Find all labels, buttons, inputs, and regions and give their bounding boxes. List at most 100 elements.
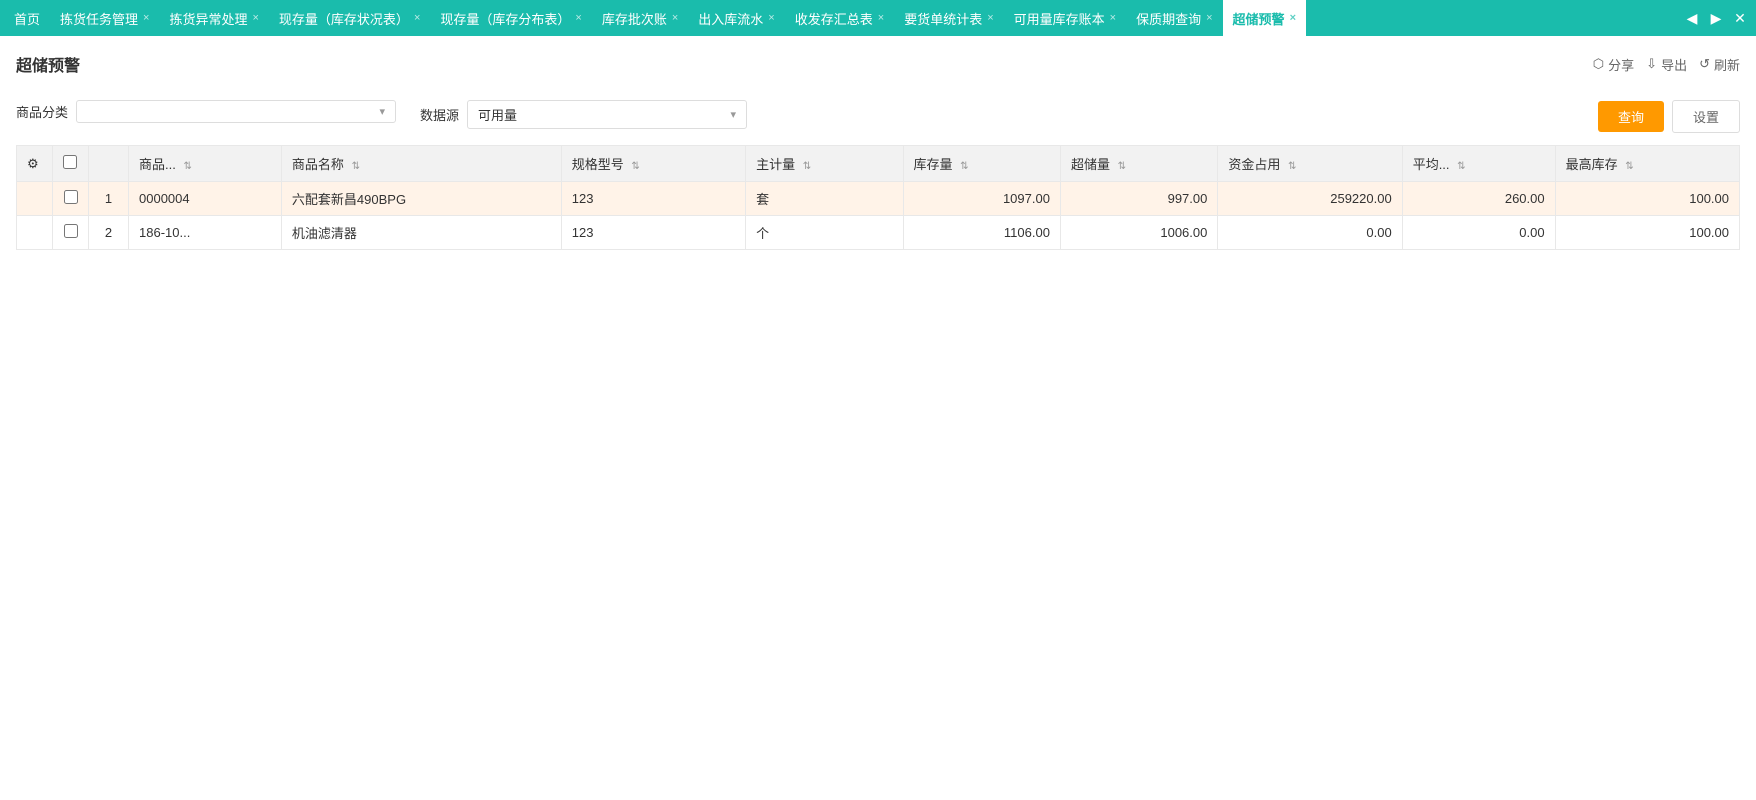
nav-prev-arrow[interactable]: ◀	[1680, 0, 1704, 36]
nav-close-expiry-check[interactable]: ×	[1206, 12, 1212, 24]
row1-product-name: 六配套新昌490BPG	[281, 182, 561, 216]
col-header-max-stock[interactable]: 最高库存 ⇅	[1555, 146, 1739, 182]
datasource-select[interactable]: 可用量 ▾	[467, 100, 747, 129]
col-header-avg[interactable]: 平均... ⇅	[1402, 146, 1555, 182]
col-header-product-name[interactable]: 商品名称 ⇅	[281, 146, 561, 182]
nav-item-inout-flow-label: 出入库流水	[698, 9, 763, 28]
category-chevron-icon: ▾	[379, 105, 385, 118]
category-select[interactable]: ▾	[76, 100, 396, 123]
sort-spec-icon: ⇅	[631, 161, 639, 172]
sort-max-stock-icon: ⇅	[1625, 161, 1633, 172]
nav-close-task-mgmt[interactable]: ×	[143, 12, 149, 24]
row2-unit: 个	[746, 216, 903, 250]
row2-avg: 0.00	[1402, 216, 1555, 250]
settings-button[interactable]: 设置	[1672, 100, 1740, 133]
nav-item-collect-summary[interactable]: 收发存汇总表 ×	[785, 0, 894, 36]
nav-item-batch-account-label: 库存批次账	[602, 9, 667, 28]
col-capital-label: 资金占用	[1228, 157, 1280, 172]
row2-capital: 0.00	[1218, 216, 1402, 250]
nav-next-arrow[interactable]: ▶	[1704, 0, 1728, 36]
category-filter-label: 商品分类	[16, 102, 68, 121]
nav-item-inventory-dist[interactable]: 现存量（库存分布表） ×	[430, 0, 591, 36]
sort-unit-icon: ⇅	[803, 161, 811, 172]
nav-item-available-account[interactable]: 可用量库存账本 ×	[1004, 0, 1126, 36]
nav-item-home[interactable]: 首页	[4, 0, 50, 36]
page-title: 超储预警	[16, 52, 80, 76]
query-button[interactable]: 查询	[1598, 101, 1664, 132]
export-icon: ⇩	[1646, 56, 1657, 72]
nav-close-available-account[interactable]: ×	[1110, 12, 1116, 24]
col-header-capital[interactable]: 资金占用 ⇅	[1218, 146, 1402, 182]
row1-overstock: 997.00	[1060, 182, 1217, 216]
nav-close-order-stats[interactable]: ×	[987, 12, 993, 24]
nav-close-batch-account[interactable]: ×	[672, 12, 678, 24]
nav-close-all-arrow[interactable]: ✕	[1728, 0, 1752, 36]
sort-product-name-icon: ⇅	[352, 161, 360, 172]
row1-checkbox[interactable]	[64, 190, 78, 204]
export-label: 导出	[1661, 55, 1687, 74]
table-row: 2 186-10... 机油滤清器 123 个 1106.00 1006.00 …	[17, 216, 1740, 250]
col-header-product-code[interactable]: 商品... ⇅	[129, 146, 282, 182]
nav-item-abnormal[interactable]: 拣货异常处理 ×	[159, 0, 268, 36]
nav-item-inventory-dist-label: 现存量（库存分布表）	[440, 9, 570, 28]
row2-max-stock: 100.00	[1555, 216, 1739, 250]
nav-item-task-mgmt[interactable]: 拣货任务管理 ×	[50, 0, 159, 36]
datasource-select-value: 可用量	[478, 105, 517, 124]
nav-close-inventory-status[interactable]: ×	[414, 12, 420, 24]
export-button[interactable]: ⇩ 导出	[1646, 55, 1687, 74]
row2-product-name: 机油滤清器	[281, 216, 561, 250]
nav-close-inout-flow[interactable]: ×	[768, 12, 774, 24]
row2-checkbox-cell	[53, 216, 89, 250]
nav-item-inout-flow[interactable]: 出入库流水 ×	[688, 0, 784, 36]
datasource-filter-label: 数据源	[420, 105, 459, 124]
select-all-checkbox[interactable]	[63, 155, 77, 169]
row1-index: 1	[89, 182, 129, 216]
row1-avg: 260.00	[1402, 182, 1555, 216]
row2-spec: 123	[561, 216, 745, 250]
datasource-filter-group: 数据源 可用量 ▾	[420, 100, 747, 129]
sort-capital-icon: ⇅	[1288, 161, 1296, 172]
sort-overstock-icon: ⇅	[1118, 161, 1126, 172]
col-header-settings[interactable]: ⚙	[17, 146, 53, 182]
share-button[interactable]: ⬡ 分享	[1593, 55, 1634, 74]
row2-inventory: 1106.00	[903, 216, 1060, 250]
nav-close-inventory-dist[interactable]: ×	[575, 12, 581, 24]
refresh-button[interactable]: ↺ 刷新	[1699, 55, 1740, 74]
nav-item-batch-account[interactable]: 库存批次账 ×	[592, 0, 688, 36]
col-product-name-label: 商品名称	[292, 157, 344, 172]
row2-settings-cell	[17, 216, 53, 250]
table-body: 1 0000004 六配套新昌490BPG 123 套 1097.00 997.…	[17, 182, 1740, 250]
nav-close-overstock[interactable]: ×	[1290, 12, 1296, 24]
nav-item-expiry-check[interactable]: 保质期查询 ×	[1126, 0, 1222, 36]
row1-product-code: 0000004	[129, 182, 282, 216]
sort-avg-icon: ⇅	[1457, 161, 1465, 172]
row1-checkbox-cell	[53, 182, 89, 216]
col-header-checkbox[interactable]	[53, 146, 89, 182]
nav-item-task-mgmt-label: 拣货任务管理	[60, 9, 138, 28]
row2-checkbox[interactable]	[64, 224, 78, 238]
col-header-index	[89, 146, 129, 182]
row2-product-code: 186-10...	[129, 216, 282, 250]
page-header: 超储预警 ⬡ 分享 ⇩ 导出 ↺ 刷新	[16, 52, 1740, 76]
nav-item-inventory-status[interactable]: 现存量（库存状况表） ×	[269, 0, 430, 36]
nav-item-order-stats[interactable]: 要货单统计表 ×	[894, 0, 1003, 36]
nav-item-order-stats-label: 要货单统计表	[904, 9, 982, 28]
col-header-overstock[interactable]: 超储量 ⇅	[1060, 146, 1217, 182]
data-table: ⚙ 商品... ⇅ 商品名称 ⇅ 规格型号 ⇅	[16, 145, 1740, 250]
col-unit-label: 主计量	[756, 157, 795, 172]
nav-close-collect-summary[interactable]: ×	[878, 12, 884, 24]
row1-settings-cell	[17, 182, 53, 216]
col-max-stock-label: 最高库存	[1566, 157, 1618, 172]
share-label: 分享	[1608, 55, 1634, 74]
col-product-code-label: 商品...	[139, 157, 176, 172]
col-header-spec[interactable]: 规格型号 ⇅	[561, 146, 745, 182]
nav-item-overstock[interactable]: 超储预警 ×	[1223, 0, 1306, 36]
header-actions: ⬡ 分享 ⇩ 导出 ↺ 刷新	[1593, 55, 1740, 74]
nav-item-expiry-check-label: 保质期查询	[1136, 9, 1201, 28]
nav-item-inventory-status-label: 现存量（库存状况表）	[279, 9, 409, 28]
col-header-unit[interactable]: 主计量 ⇅	[746, 146, 903, 182]
nav-item-overstock-label: 超储预警	[1233, 9, 1285, 28]
col-header-inventory[interactable]: 库存量 ⇅	[903, 146, 1060, 182]
nav-item-home-label: 首页	[14, 9, 40, 28]
nav-close-abnormal[interactable]: ×	[252, 12, 258, 24]
